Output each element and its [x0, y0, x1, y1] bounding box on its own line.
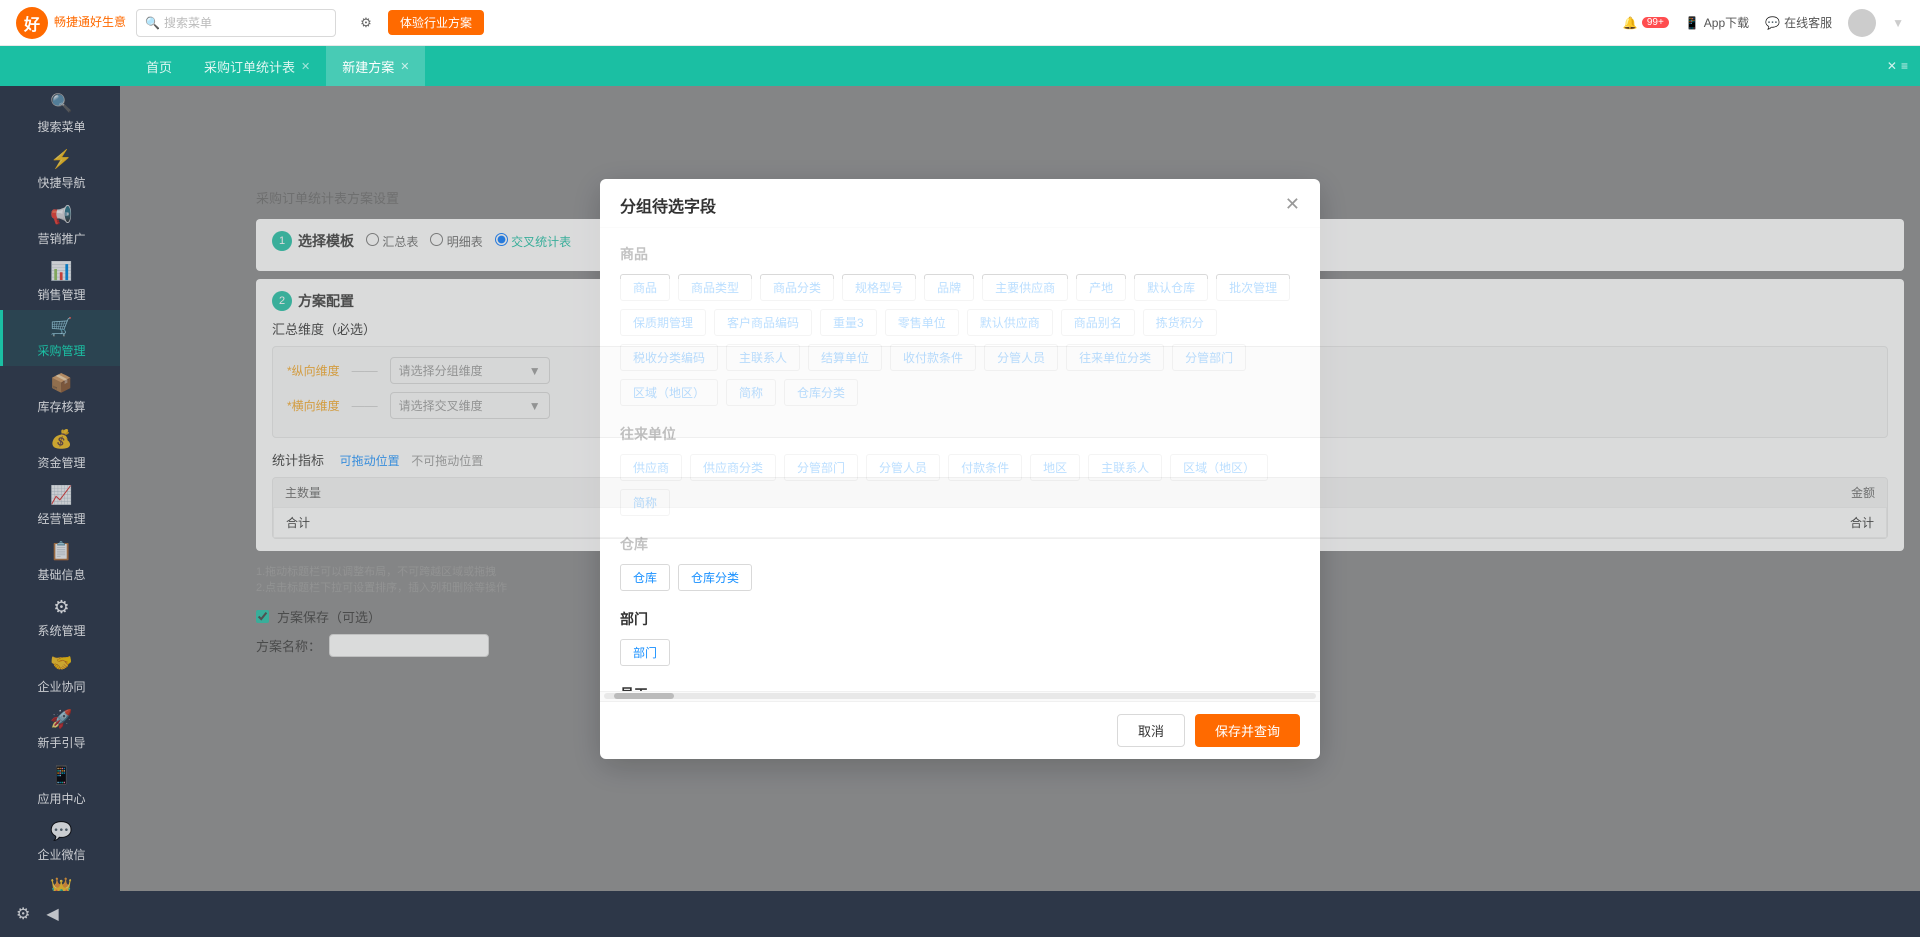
marketing-icon: 📢 [50, 205, 72, 226]
settings-icon: ⚙ [352, 9, 380, 37]
bottom-bar: ⚙ ◀ [0, 891, 1920, 937]
apps-icon: 📱 [50, 765, 72, 786]
phone-icon: 📱 [1685, 16, 1700, 30]
bell-icon: 🔔 [1623, 16, 1638, 30]
system-icon: ⚙ [53, 597, 69, 618]
header-right: 🔔 99+ 📱 App下载 💬 在线客服 ▼ [1623, 9, 1904, 37]
tab-purchase-stats: 采购订单统计表 ✕ [188, 46, 326, 86]
sidebar-item-search: 🔍 搜索菜单 [0, 86, 120, 142]
search-icon: 🔍 [145, 16, 160, 30]
logo-text: 畅捷通好生意 [54, 15, 126, 29]
tab-close-icon: ✕ [301, 60, 310, 73]
avatar [1848, 9, 1876, 37]
sidebar-item-system: ⚙ 系统管理 [0, 590, 120, 646]
header-search: 🔍 搜索菜单 [136, 9, 336, 37]
wechat-icon: 💬 [50, 821, 72, 842]
inventory-icon: 📦 [50, 373, 72, 394]
sidebar-item-inventory: 📦 库存核算 [0, 366, 120, 422]
quick-nav-icon: ⚡ [50, 149, 72, 170]
logo-area: 好 畅捷通好生意 [16, 7, 136, 39]
sidebar-item-guide: 🚀 新手引导 [0, 702, 120, 758]
nav-tabs: 首页 采购订单统计表 ✕ 新建方案 ✕ ✕ ≡ [0, 46, 1920, 86]
close-all-tabs: ✕ ≡ [1887, 59, 1920, 73]
app-download-item: 📱 App下载 [1685, 14, 1749, 31]
notification-badge: 99+ [1642, 17, 1669, 28]
header-center: ⚙ 体验行业方案 [336, 9, 1623, 37]
user-menu: ▼ [1892, 16, 1904, 30]
logo-icon: 好 [16, 7, 48, 39]
sidebar-item-purchase: 🛒 采购管理 [0, 310, 120, 366]
trial-button: 体验行业方案 [388, 10, 484, 35]
sidebar-item-base-info: 📋 基础信息 [0, 534, 120, 590]
sidebar-item-sales: 📊 销售管理 [0, 254, 120, 310]
finance-icon: 💰 [50, 429, 72, 450]
modal-overlay: 好 畅捷通好生意 🔍 搜索菜单 ⚙ 体验行业方案 🔔 99+ [0, 0, 1920, 937]
tab-new-plan: 新建方案 ✕ [326, 46, 425, 86]
sidebar-item-apps: 📱 应用中心 [0, 758, 120, 814]
tab-close-icon: ✕ [400, 60, 409, 73]
tab-home: 首页 [130, 46, 188, 86]
sidebar-item-operations: 📈 经营管理 [0, 478, 120, 534]
purchase-icon: 🛒 [50, 317, 72, 338]
breadcrumb: 采购订单统计表方案设置 [256, 188, 1904, 207]
operations-icon: 📈 [50, 485, 72, 506]
member-icon: 👑 [50, 877, 72, 891]
sidebar-item-collab: 🤝 企业协同 [0, 646, 120, 702]
sidebar-item-member: 👑 畅会员 [0, 870, 120, 891]
main-content-bg: 采购订单统计表方案设置 1 选择模板 汇总表 明细表 交叉统计表 2 方案配置 [240, 172, 1920, 937]
bottom-settings-icon: ⚙ [16, 904, 30, 924]
sidebar-item-finance: 💰 资金管理 [0, 422, 120, 478]
bottom-collapse-icon: ◀ [46, 904, 58, 924]
guide-icon: 🚀 [50, 709, 72, 730]
service-icon: 💬 [1765, 16, 1780, 30]
sidebar-item-quick-nav: ⚡ 快捷导航 [0, 142, 120, 198]
base-info-icon: 📋 [50, 541, 72, 562]
sidebar-item-wechat: 💬 企业微信 [0, 814, 120, 870]
notification-item: 🔔 99+ [1623, 16, 1669, 30]
collab-icon: 🤝 [50, 653, 72, 674]
sidebar: 🔍 搜索菜单 ⚡ 快捷导航 📢 营销推广 📊 销售管理 🛒 采购管理 📦 库存核… [0, 86, 120, 891]
sidebar-item-marketing: 📢 营销推广 [0, 198, 120, 254]
online-service-item: 💬 在线客服 [1765, 14, 1832, 31]
search-nav-icon: 🔍 [50, 93, 72, 114]
sales-icon: 📊 [50, 261, 72, 282]
